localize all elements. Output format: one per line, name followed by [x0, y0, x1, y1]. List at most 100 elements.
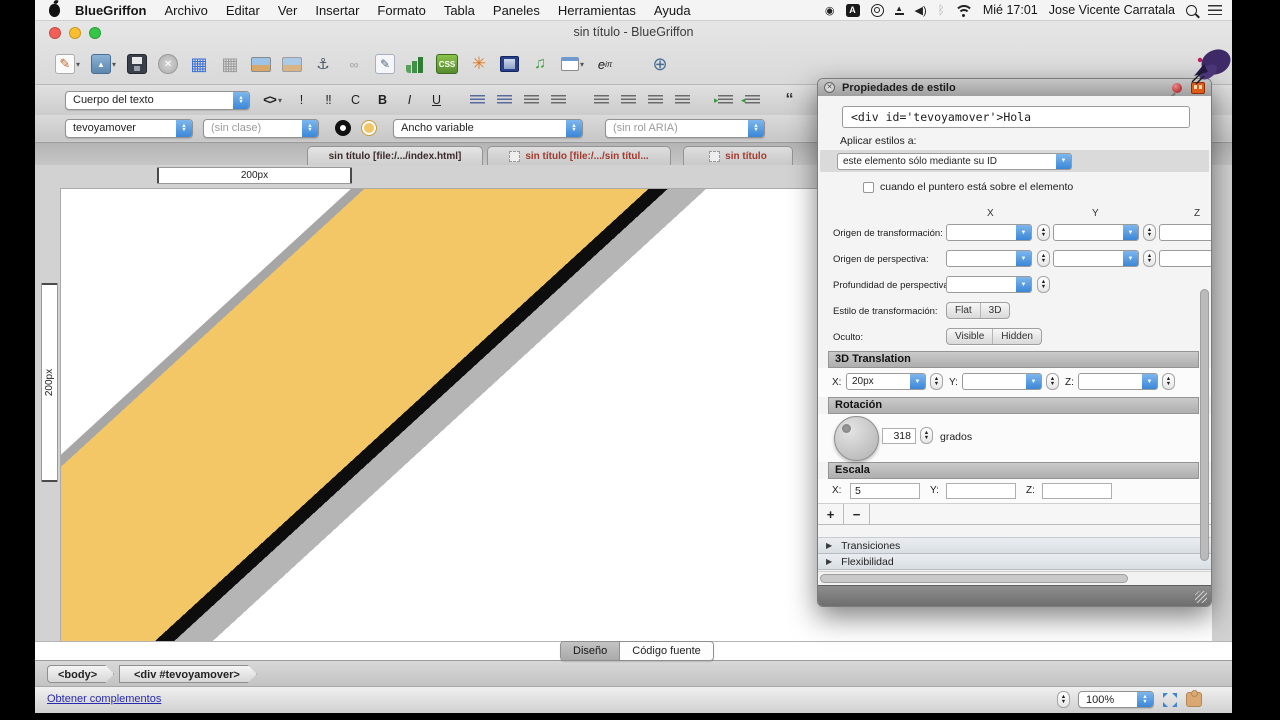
align-right-icon[interactable]: [648, 94, 664, 106]
scale-x-field[interactable]: 5: [850, 483, 920, 499]
menu-app-name[interactable]: BlueGriffon: [66, 3, 156, 18]
zoom-window-button[interactable]: [89, 27, 101, 39]
preview-browser-button[interactable]: [650, 54, 670, 74]
insert-table-button[interactable]: [189, 54, 209, 74]
scale-z-field[interactable]: [1042, 483, 1112, 499]
bold-button[interactable]: B: [375, 93, 390, 107]
menu-archivo[interactable]: Archivo: [156, 3, 217, 18]
screen-record-icon[interactable]: [825, 4, 835, 17]
resize-grip-icon[interactable]: [1195, 591, 1207, 603]
document-tab-1[interactable]: sin título [file:/.../index.html]: [307, 146, 483, 165]
stop-button[interactable]: [158, 54, 179, 74]
fullscreen-icon[interactable]: [1162, 692, 1178, 708]
italic-button[interactable]: I: [402, 93, 417, 107]
emphasis-button[interactable]: !: [294, 93, 309, 107]
rotation-section-header[interactable]: Rotación: [828, 397, 1199, 414]
transform-origin-y-stepper[interactable]: [1143, 224, 1156, 241]
breadcrumb-body[interactable]: <body>: [47, 665, 114, 683]
menu-insertar[interactable]: Insertar: [306, 3, 368, 18]
save-button[interactable]: [127, 54, 148, 74]
insert-video-button[interactable]: [500, 56, 520, 72]
border-color-swatch[interactable]: [335, 120, 351, 136]
transform-origin-z-select[interactable]: [1159, 224, 1211, 241]
panel-vertical-scrollbar[interactable]: [1200, 289, 1209, 561]
menu-paneles[interactable]: Paneles: [484, 3, 549, 18]
breadcrumb-div-tevoyamover[interactable]: <div #tevoyamover>: [119, 665, 257, 683]
menu-editar[interactable]: Editar: [217, 3, 269, 18]
snippets-button[interactable]: [469, 54, 489, 74]
panel-close-icon[interactable]: ✕: [824, 82, 835, 93]
insert-audio-button[interactable]: [530, 54, 550, 74]
translate-x-select[interactable]: 20px: [846, 373, 926, 390]
perspective-origin-x-select[interactable]: [946, 250, 1032, 267]
perspective-origin-y-select[interactable]: [1053, 250, 1139, 267]
markup-button[interactable]: <> ▾: [262, 93, 282, 107]
rotation-knob[interactable]: [834, 416, 879, 461]
tab-design[interactable]: Diseño: [561, 642, 621, 660]
page-inspector-button[interactable]: [375, 54, 396, 74]
zoom-stepper[interactable]: [1057, 691, 1070, 708]
perspective-depth-select[interactable]: [946, 276, 1032, 293]
visible-button[interactable]: Visible: [947, 329, 992, 344]
indent-icon[interactable]: [714, 94, 734, 106]
table-properties-button[interactable]: [220, 54, 240, 74]
translate-z-stepper[interactable]: [1162, 373, 1175, 390]
menu-ayuda[interactable]: Ayuda: [645, 3, 700, 18]
apple-menu-icon[interactable]: [49, 3, 60, 17]
flat-button[interactable]: Flat: [947, 303, 980, 318]
menu-tabla[interactable]: Tabla: [435, 3, 484, 18]
hover-checkbox[interactable]: [863, 181, 874, 193]
image-properties-button[interactable]: [282, 56, 303, 72]
insert-link-button[interactable]: [344, 54, 364, 74]
panel-horizontal-scrollbar-thumb[interactable]: [820, 574, 1128, 583]
width-mode-select[interactable]: Ancho variable: [393, 118, 583, 138]
outdent-icon[interactable]: [741, 94, 761, 106]
blockquote-button[interactable]: “: [782, 92, 797, 108]
insert-form-button[interactable]: [406, 55, 426, 73]
input-source-icon[interactable]: A: [845, 3, 860, 17]
bullet-list-icon[interactable]: [470, 94, 486, 106]
menu-ver[interactable]: Ver: [269, 3, 307, 18]
eject-icon[interactable]: [895, 6, 904, 15]
line-spacing-increase-icon[interactable]: [524, 94, 540, 106]
perspective-depth-stepper[interactable]: [1037, 276, 1050, 293]
rotation-value-field[interactable]: 318: [882, 428, 916, 444]
menu-formato[interactable]: Formato: [368, 3, 434, 18]
wifi-icon[interactable]: [956, 5, 972, 17]
paragraph-format-select[interactable]: Cuerpo del texto: [65, 90, 250, 110]
perspective-origin-z-select[interactable]: [1159, 250, 1211, 267]
translate-x-stepper[interactable]: [930, 373, 943, 390]
translate-y-select[interactable]: [962, 373, 1042, 390]
numbered-list-icon[interactable]: [497, 94, 513, 106]
apply-mode-select[interactable]: este elemento sólo mediante su ID: [837, 152, 1072, 170]
aria-role-select[interactable]: (sin rol ARIA): [605, 118, 765, 138]
tab-source[interactable]: Código fuente: [620, 642, 713, 660]
flexibility-section[interactable]: ▶ Flexibilidad: [818, 554, 1211, 570]
align-left-icon[interactable]: [594, 94, 610, 106]
strong-button[interactable]: ‼: [321, 93, 336, 107]
creative-cloud-icon[interactable]: [870, 3, 884, 17]
menubar-user[interactable]: Jose Vicente Carratala: [1049, 3, 1175, 17]
open-file-button[interactable]: ▾: [91, 54, 116, 74]
transform-origin-x-stepper[interactable]: [1037, 224, 1050, 241]
threed-button[interactable]: 3D: [979, 303, 1010, 318]
pin-icon[interactable]: [1172, 82, 1182, 93]
code-text-button[interactable]: C: [348, 93, 363, 107]
menubar-clock[interactable]: Mié 17:01: [983, 3, 1038, 17]
line-spacing-decrease-icon[interactable]: [551, 94, 567, 106]
remove-rule-button[interactable]: −: [844, 504, 870, 524]
bluetooth-icon[interactable]: [938, 3, 945, 17]
height-ruler[interactable]: 200px: [42, 283, 57, 482]
element-class-select[interactable]: (sin clase): [203, 118, 319, 138]
scale-y-field[interactable]: [946, 483, 1016, 499]
addons-puzzle-icon[interactable]: [1186, 690, 1202, 707]
width-ruler[interactable]: 200px: [157, 168, 352, 183]
selector-preview-field[interactable]: <div id='tevoyamover'>Hola: [842, 106, 1190, 128]
insert-math-button[interactable]: e iπ: [595, 54, 615, 74]
transform-origin-x-select[interactable]: [946, 224, 1032, 241]
close-window-button[interactable]: [49, 27, 61, 39]
element-id-select[interactable]: tevoyamover: [65, 118, 193, 138]
rotation-stepper[interactable]: [920, 427, 933, 444]
hidden-button[interactable]: Hidden: [992, 329, 1041, 344]
perspective-origin-x-stepper[interactable]: [1037, 250, 1050, 267]
